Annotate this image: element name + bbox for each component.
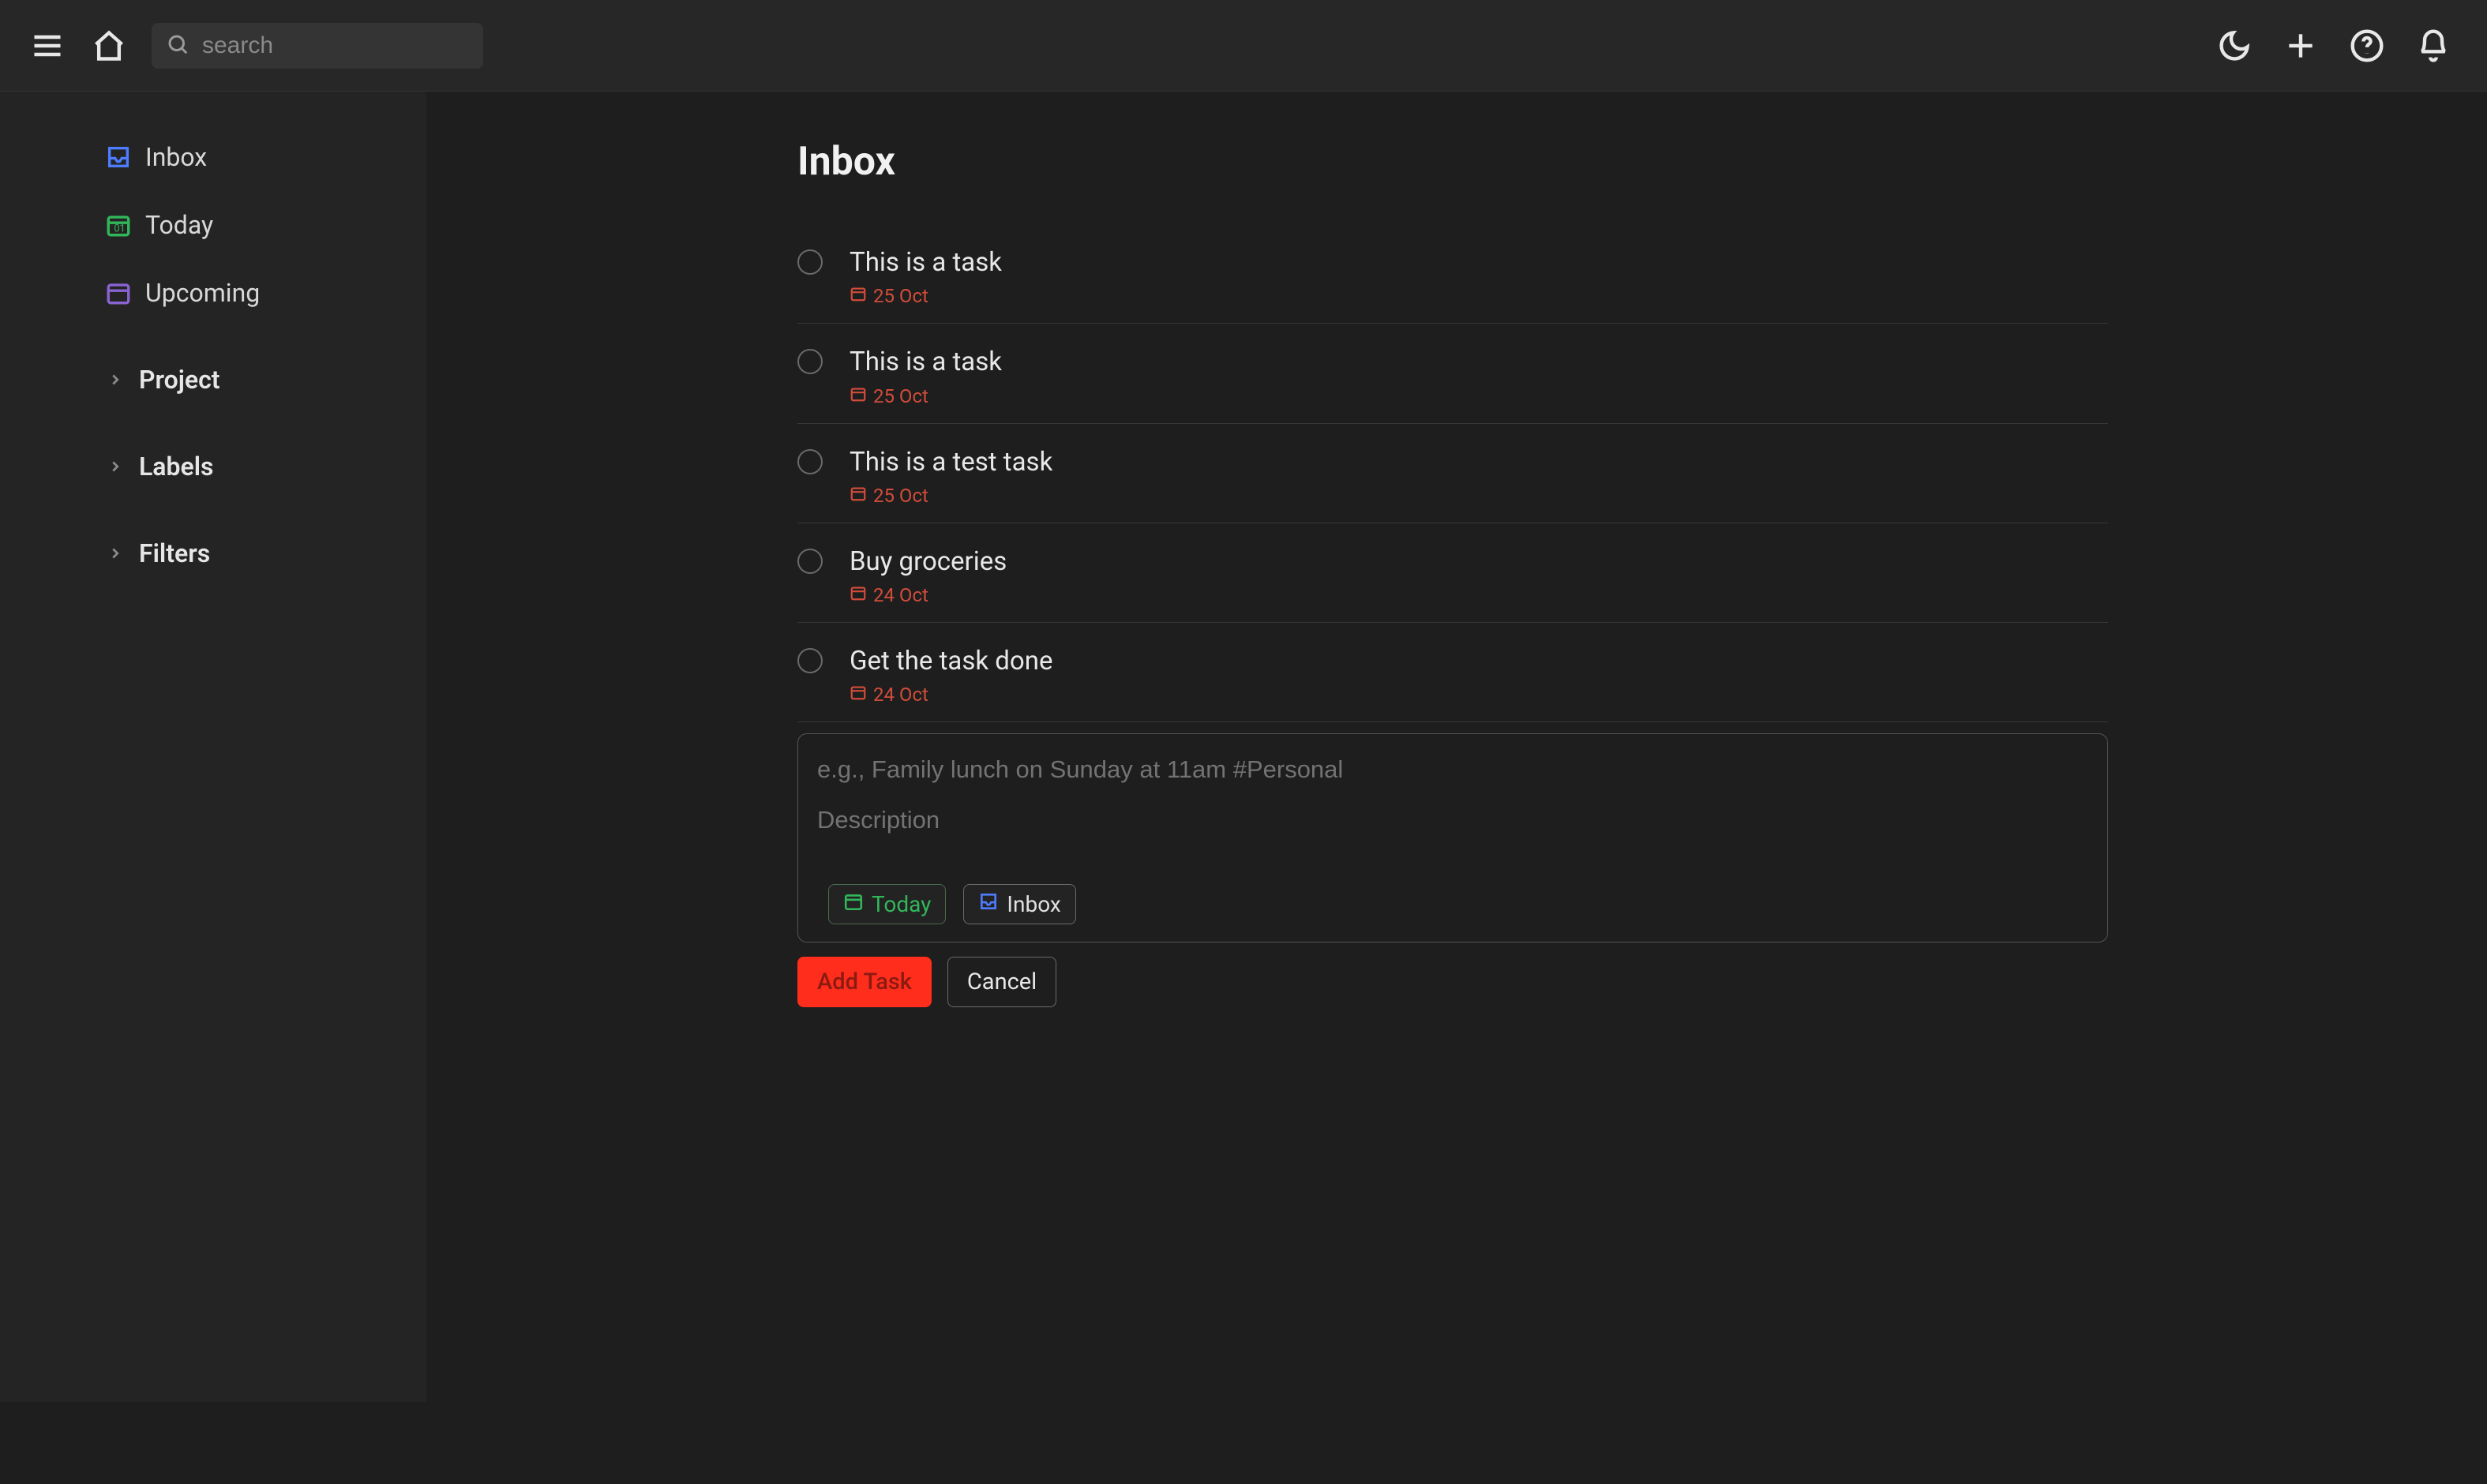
- pill-label: Today: [872, 891, 931, 917]
- calendar-icon: [850, 684, 867, 706]
- task-checkbox[interactable]: [797, 249, 823, 275]
- task-checkbox[interactable]: [797, 449, 823, 474]
- task-due-date: 25 Oct: [850, 285, 2108, 307]
- task-due-date: 25 Oct: [850, 385, 2108, 407]
- task-list: This is a task 25 Oct This is a task 25 …: [797, 224, 2108, 722]
- task-checkbox[interactable]: [797, 349, 823, 374]
- calendar-icon: [850, 385, 867, 407]
- add-task-button[interactable]: Add Task: [797, 957, 932, 1007]
- task-title: Get the task done: [850, 645, 2108, 677]
- calendar-icon: [850, 285, 867, 307]
- task-row[interactable]: This is a task 25 Oct: [797, 224, 2108, 324]
- pill-label: Inbox: [1007, 891, 1060, 917]
- task-title: This is a test task: [850, 446, 2108, 478]
- sidebar: Inbox 01 Today Upcoming Project Labels: [0, 92, 426, 1402]
- task-title-input[interactable]: [816, 755, 2090, 785]
- sidebar-section-label: Project: [139, 365, 220, 395]
- sidebar-item-label: Today: [145, 210, 213, 240]
- home-button[interactable]: [90, 27, 128, 65]
- inbox-icon: [978, 891, 999, 917]
- task-row[interactable]: This is a test task 25 Oct: [797, 424, 2108, 523]
- task-title: This is a task: [850, 246, 2108, 279]
- help-button[interactable]: [2348, 27, 2386, 65]
- calendar-icon: [843, 891, 864, 917]
- task-checkbox[interactable]: [797, 648, 823, 673]
- schedule-today-pill[interactable]: Today: [828, 884, 946, 924]
- sidebar-section-project[interactable]: Project: [0, 346, 426, 414]
- add-task-form: Today Inbox: [797, 733, 2108, 942]
- task-row[interactable]: Buy groceries 24 Oct: [797, 523, 2108, 623]
- calendar-icon: [850, 584, 867, 606]
- task-row[interactable]: Get the task done 24 Oct: [797, 623, 2108, 722]
- today-icon: 01: [104, 211, 133, 239]
- task-date-text: 25 Oct: [873, 285, 928, 307]
- search-icon: [166, 32, 189, 59]
- sidebar-item-today[interactable]: 01 Today: [0, 191, 426, 259]
- sidebar-section-label: Labels: [139, 452, 213, 482]
- chevron-right-icon: [101, 539, 129, 568]
- task-due-date: 25 Oct: [850, 485, 2108, 507]
- page-title: Inbox: [797, 139, 2108, 185]
- sidebar-section-labels[interactable]: Labels: [0, 433, 426, 500]
- sidebar-item-upcoming[interactable]: Upcoming: [0, 259, 426, 327]
- search-input[interactable]: [201, 32, 469, 60]
- task-title: Buy groceries: [850, 545, 2108, 578]
- sidebar-section-label: Filters: [139, 538, 210, 568]
- task-due-date: 24 Oct: [850, 684, 2108, 706]
- sidebar-item-inbox[interactable]: Inbox: [0, 123, 426, 191]
- task-description-input[interactable]: [816, 805, 2090, 835]
- inbox-icon: [104, 143, 133, 171]
- cancel-button[interactable]: Cancel: [947, 957, 1056, 1007]
- svg-text:01: 01: [114, 223, 125, 235]
- task-date-text: 24 Oct: [873, 684, 928, 706]
- chevron-right-icon: [101, 452, 129, 481]
- task-date-text: 25 Oct: [873, 385, 928, 407]
- menu-button[interactable]: [28, 27, 66, 65]
- topbar: [0, 0, 2487, 92]
- task-checkbox[interactable]: [797, 549, 823, 574]
- upcoming-icon: [104, 279, 133, 307]
- task-date-text: 24 Oct: [873, 584, 928, 606]
- chevron-right-icon: [101, 365, 129, 394]
- calendar-icon: [850, 485, 867, 507]
- sidebar-item-label: Inbox: [145, 142, 207, 172]
- task-row[interactable]: This is a task 25 Oct: [797, 324, 2108, 423]
- task-due-date: 24 Oct: [850, 584, 2108, 606]
- main-panel: Inbox This is a task 25 Oct This is a ta…: [426, 92, 2487, 1484]
- task-title: This is a task: [850, 346, 2108, 378]
- notifications-button[interactable]: [2414, 27, 2452, 65]
- task-date-text: 25 Oct: [873, 485, 928, 507]
- theme-toggle-button[interactable]: [2215, 27, 2253, 65]
- project-inbox-pill[interactable]: Inbox: [963, 884, 1075, 924]
- add-button[interactable]: [2282, 27, 2320, 65]
- sidebar-item-label: Upcoming: [145, 278, 260, 308]
- search-box[interactable]: [152, 23, 483, 69]
- sidebar-section-filters[interactable]: Filters: [0, 519, 426, 587]
